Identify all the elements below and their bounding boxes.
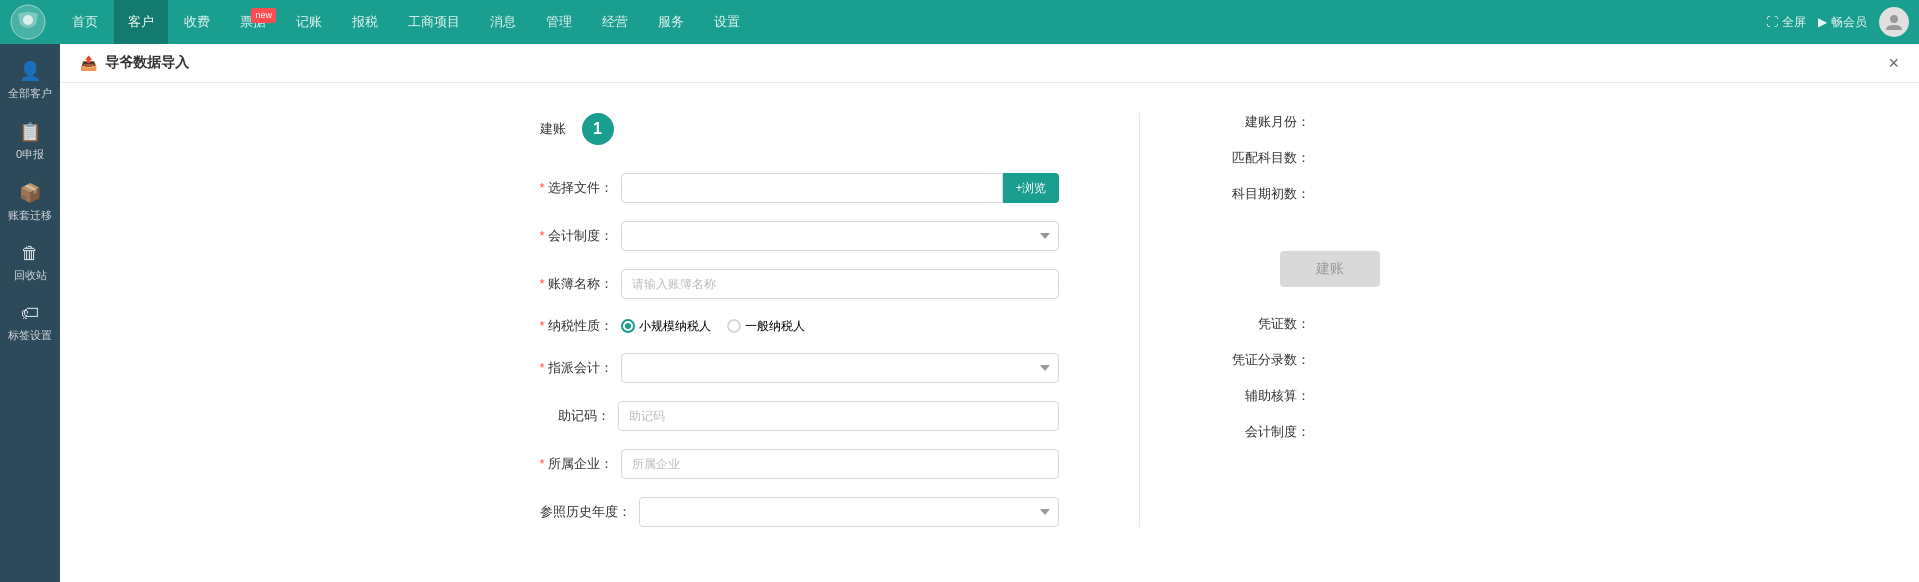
person-icon: 👤 <box>19 60 41 82</box>
right-accounting-label: 会计制度： <box>1220 423 1310 441</box>
sidebar-item-tags[interactable]: 🏷 标签设置 <box>2 295 58 351</box>
fullscreen-button[interactable]: ⛶ 全屏 <box>1766 14 1806 31</box>
period-row: 科目期初数： <box>1220 185 1440 203</box>
company-row: * 所属企业： <box>540 449 1059 479</box>
nav-customers[interactable]: 客户 <box>114 0 168 44</box>
right-accounting-row: 会计制度： <box>1220 423 1440 441</box>
match-label: 匹配科目数： <box>1220 149 1310 167</box>
aux-row: 辅助核算： <box>1220 387 1440 405</box>
logo <box>10 4 46 40</box>
ledger-label: * 账簿名称： <box>540 275 614 293</box>
sidebar: 👤 全部客户 📋 0申报 📦 账套迁移 🗑 回收站 🏷 标签设置 <box>0 44 60 582</box>
nav-fees[interactable]: 收费 <box>170 0 224 44</box>
content-header: 📤 导爷数据导入 × <box>60 44 1919 83</box>
vip-icon: ▶ <box>1818 15 1827 29</box>
page-title: 导爷数据导入 <box>105 54 189 72</box>
history-row: 参照历史年度： <box>540 497 1059 527</box>
ledger-input[interactable] <box>621 269 1058 299</box>
step-indicator: 1 <box>582 113 614 145</box>
svg-point-2 <box>1890 15 1898 23</box>
memo-input[interactable] <box>618 401 1059 431</box>
voucher-split-row: 凭证分录数： <box>1220 351 1440 369</box>
accountant-row: * 指派会计： <box>540 353 1059 383</box>
history-select[interactable] <box>639 497 1059 527</box>
sidebar-item-declaration[interactable]: 📋 0申报 <box>2 113 58 170</box>
top-navigation: 首页 客户 收费 票据 new 记账 报税 工商项目 消息 管理 经营 服务 设… <box>0 0 1919 44</box>
nav-items: 首页 客户 收费 票据 new 记账 报税 工商项目 消息 管理 经营 服务 设… <box>58 0 1766 44</box>
period-label: 科目期初数： <box>1220 185 1310 203</box>
content-area: 📤 导爷数据导入 × 建账 1 <box>60 44 1919 582</box>
tax-label: * 纳税性质： <box>540 317 614 335</box>
main-layout: 👤 全部客户 📋 0申报 📦 账套迁移 🗑 回收站 🏷 标签设置 📤 导爷数据导… <box>0 44 1919 582</box>
build-account-button[interactable]: 建账 <box>1280 251 1380 287</box>
voucher-split-label: 凭证分录数： <box>1220 351 1310 369</box>
company-input[interactable] <box>621 449 1058 479</box>
vertical-divider <box>1139 113 1140 527</box>
nav-message[interactable]: 消息 <box>476 0 530 44</box>
tag-icon: 🏷 <box>21 303 39 324</box>
accounting-select[interactable] <box>621 221 1058 251</box>
tax-row: * 纳税性质： 小规模纳税人 一般纳税人 <box>540 317 1059 335</box>
declaration-icon: 📋 <box>19 121 41 143</box>
sidebar-item-all-customers[interactable]: 👤 全部客户 <box>2 52 58 109</box>
avatar[interactable] <box>1879 7 1909 37</box>
file-input-wrap: +浏览 <box>621 173 1058 203</box>
nav-operation[interactable]: 经营 <box>588 0 642 44</box>
nav-business[interactable]: 工商项目 <box>394 0 474 44</box>
radio-checked-icon <box>621 319 635 333</box>
accountant-label: * 指派会计： <box>540 359 614 377</box>
fullscreen-icon: ⛶ <box>1766 15 1778 29</box>
migration-icon: 📦 <box>19 182 41 204</box>
build-account-header: 建账 1 <box>540 113 1059 145</box>
content-body: 建账 1 * 选择文件： +浏览 <box>60 83 1919 582</box>
file-input[interactable] <box>621 173 1003 203</box>
trash-icon: 🗑 <box>21 243 39 264</box>
sidebar-item-recycle[interactable]: 🗑 回收站 <box>2 235 58 291</box>
nav-manage[interactable]: 管理 <box>532 0 586 44</box>
tax-radio-group: 小规模纳税人 一般纳税人 <box>621 318 805 335</box>
match-row: 匹配科目数： <box>1220 149 1440 167</box>
file-row: * 选择文件： +浏览 <box>540 173 1059 203</box>
build-label: 建账 <box>540 120 566 138</box>
sidebar-item-migration[interactable]: 📦 账套迁移 <box>2 174 58 231</box>
voucher-label: 凭证数： <box>1220 315 1310 333</box>
tax-option-general[interactable]: 一般纳税人 <box>727 318 805 335</box>
month-row: 建账月份： <box>1220 113 1440 131</box>
nav-service[interactable]: 服务 <box>644 0 698 44</box>
form-right: 建账月份： 匹配科目数： 科目期初数： 建账 <box>1220 113 1440 527</box>
memo-row: 助记码： <box>540 401 1059 431</box>
file-label: * 选择文件： <box>540 179 614 197</box>
nav-right: ⛶ 全屏 ▶ 畅会员 <box>1766 7 1909 37</box>
ledger-row: * 账簿名称： <box>540 269 1059 299</box>
close-button[interactable]: × <box>1888 53 1899 74</box>
form-left: 建账 1 * 选择文件： +浏览 <box>540 113 1059 527</box>
nav-tickets[interactable]: 票据 new <box>226 0 280 44</box>
new-badge: new <box>251 8 276 23</box>
accountant-select[interactable] <box>621 353 1058 383</box>
aux-label: 辅助核算： <box>1220 387 1310 405</box>
vip-button[interactable]: ▶ 畅会员 <box>1818 14 1867 31</box>
history-label: 参照历史年度： <box>540 503 631 521</box>
nav-settings[interactable]: 设置 <box>700 0 754 44</box>
month-label: 建账月份： <box>1220 113 1310 131</box>
form-container: 建账 1 * 选择文件： +浏览 <box>540 113 1440 527</box>
nav-tax[interactable]: 报税 <box>338 0 392 44</box>
accounting-row: * 会计制度： <box>540 221 1059 251</box>
browse-button[interactable]: +浏览 <box>1003 173 1058 203</box>
import-icon: 📤 <box>80 55 97 71</box>
company-label: * 所属企业： <box>540 455 614 473</box>
tax-option-small[interactable]: 小规模纳税人 <box>621 318 711 335</box>
nav-bookkeeping[interactable]: 记账 <box>282 0 336 44</box>
nav-home[interactable]: 首页 <box>58 0 112 44</box>
accounting-label: * 会计制度： <box>540 227 614 245</box>
memo-label: 助记码： <box>540 407 610 425</box>
voucher-row: 凭证数： <box>1220 315 1440 333</box>
radio-unchecked-icon <box>727 319 741 333</box>
svg-point-1 <box>23 15 33 25</box>
